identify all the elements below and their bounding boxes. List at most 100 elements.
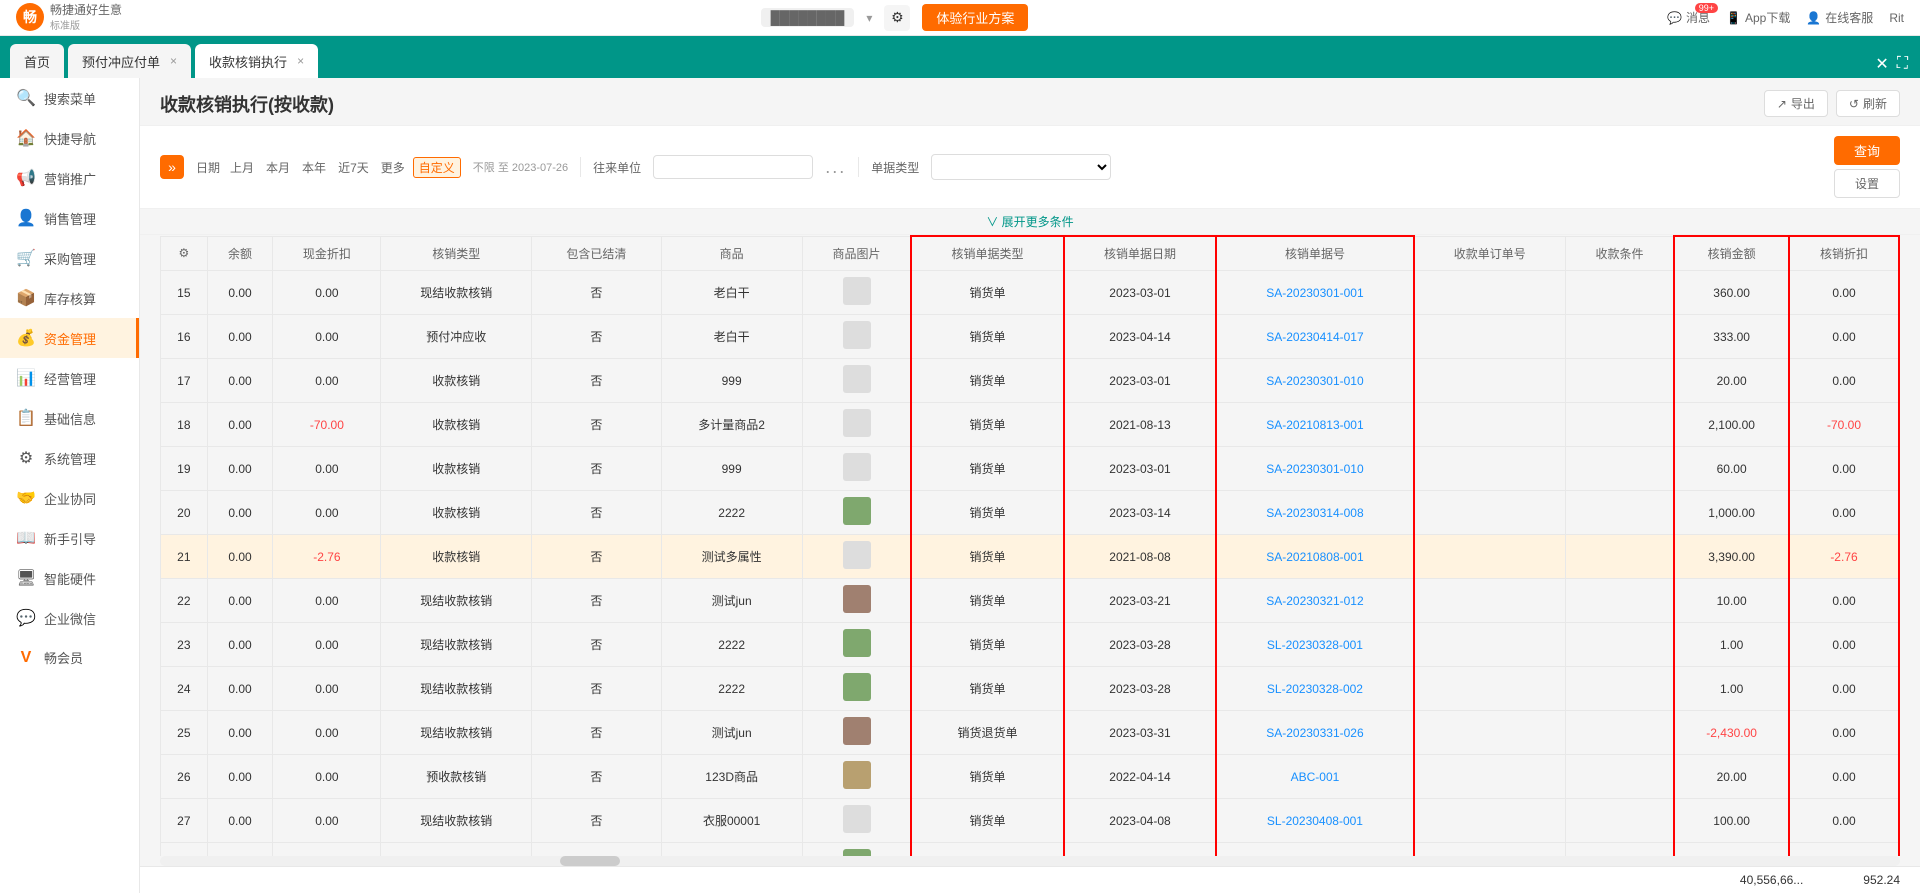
cell-doc-no[interactable]: SL-20230328-001 [1216,623,1413,667]
partner-filter-dots[interactable]: ... [825,157,846,178]
cell-doc-no[interactable]: SA-20230321-012 [1216,579,1413,623]
cell-type: 现结收款核销 [381,579,532,623]
tab-prepay[interactable]: 预付冲应付单 × [68,44,191,78]
cell-doc-no[interactable]: SL-20230418-001 [1216,843,1413,857]
brand: 畅 畅捷通好生意 标准版 [16,3,122,32]
message-button[interactable]: 💬 消息 99+ [1667,9,1710,26]
tab-prepay-close[interactable]: × [170,54,177,68]
table-row: 18 0.00 -70.00 收款核销 否 多计量商品2 销货单 2021-08… [161,403,1900,447]
cell-id: 20 [161,491,208,535]
tab-home[interactable]: 首页 [10,44,64,78]
table-container[interactable]: ⚙ 余额 现金折扣 核销类型 包含已结清 商品 商品图片 核销单据类型 核销单据… [140,235,1920,856]
date-opt-custom[interactable]: 自定义 [413,157,461,178]
cell-settled: 否 [532,447,661,491]
cell-balance: 0.00 [207,403,273,447]
cell-condition [1565,755,1674,799]
cell-doc-no[interactable]: SA-20230331-026 [1216,711,1413,755]
app-download-button[interactable]: 📱 App下载 [1726,9,1790,26]
date-opt-last-month[interactable]: 上月 [226,157,258,178]
partner-filter-input[interactable] [653,155,813,179]
cell-discount: 0.00 [1789,755,1899,799]
sidebar-item-quicknav[interactable]: 🏠 快捷导航 [0,118,139,158]
sidebar-item-purchase[interactable]: 🛒 采购管理 [0,238,139,278]
doctype-filter-select[interactable] [931,154,1111,180]
sidebar-sales-label: 销售管理 [44,209,96,228]
message-badge: 99+ [1695,3,1718,13]
industry-button[interactable]: 体验行业方案 [922,4,1028,31]
cell-amount: 20.00 [1674,359,1789,403]
cell-type: 收款核销 [381,359,532,403]
tab-close-all-icon[interactable]: ✕ [1875,54,1888,74]
cell-doc-type: 销货退货单 [911,711,1063,755]
cell-doc-date: 2022-04-14 [1064,755,1216,799]
settings-button[interactable]: 设置 [1834,169,1900,198]
cell-product-img [802,711,911,755]
cell-discount: 0.00 [1789,447,1899,491]
date-opt-this-month[interactable]: 本月 [262,157,294,178]
sidebar-item-marketing[interactable]: 📢 营销推广 [0,158,139,198]
expand-conditions-bar: ∨ 展开更多条件 [140,209,1920,235]
purchase-icon: 🛒 [16,248,36,268]
finance-icon: 💰 [16,328,36,348]
expand-conditions-button[interactable]: ∨ 展开更多条件 [986,215,1073,229]
cell-amount: 10.00 [1674,579,1789,623]
sidebar-item-guide[interactable]: 📖 新手引导 [0,518,139,558]
sidebar-item-sales[interactable]: 👤 销售管理 [0,198,139,238]
tab-receipt[interactable]: 收款核销执行 × [195,44,318,78]
cell-doc-no[interactable]: ABC-001 [1216,755,1413,799]
sidebar-item-system[interactable]: ⚙ 系统管理 [0,438,139,478]
sidebar-item-finance[interactable]: 💰 资金管理 [0,318,139,358]
sidebar-item-inventory[interactable]: 📦 库存核算 [0,278,139,318]
cell-type: 现结收款核销 [381,843,532,857]
th-condition: 收款条件 [1565,236,1674,271]
cell-doc-no[interactable]: SA-20230301-001 [1216,271,1413,315]
refresh-button[interactable]: ↺ 刷新 [1836,90,1900,117]
user-button[interactable]: Rit [1889,11,1904,25]
filter-toggle-button[interactable]: » [160,155,184,179]
cell-settled: 否 [532,843,661,857]
date-opt-more[interactable]: 更多 [377,157,409,178]
cell-doc-no[interactable]: SL-20230408-001 [1216,799,1413,843]
online-service-button[interactable]: 👤 在线客服 [1806,9,1873,26]
filter-divider-2 [858,157,859,177]
date-opt-7days[interactable]: 近7天 [334,157,373,178]
cell-product-img [802,271,911,315]
sidebar-item-member[interactable]: V 畅会员 [0,638,139,677]
sidebar-item-basic[interactable]: 📋 基础信息 [0,398,139,438]
doctype-filter-label: 单据类型 [871,159,919,176]
sidebar-item-business[interactable]: 📊 经营管理 [0,358,139,398]
tab-receipt-close[interactable]: × [297,54,304,68]
cell-id: 25 [161,711,208,755]
scroll-thumb[interactable] [560,856,620,866]
cell-settled: 否 [532,623,661,667]
dropdown-arrow-icon[interactable]: ▾ [866,11,872,25]
horizontal-scrollbar[interactable] [160,856,1900,866]
cell-doc-no[interactable]: SA-20230301-010 [1216,359,1413,403]
sidebar-item-wechat[interactable]: 💬 企业微信 [0,598,139,638]
sidebar-item-enterprise[interactable]: 🤝 企业协同 [0,478,139,518]
cell-doc-no[interactable]: SA-20210808-001 [1216,535,1413,579]
cell-doc-no[interactable]: SA-20210813-001 [1216,403,1413,447]
cell-doc-date: 2023-03-01 [1064,447,1216,491]
cell-doc-date: 2021-08-13 [1064,403,1216,447]
tab-expand-icon[interactable]: ⛶ [1897,55,1908,73]
cell-doc-type: 销货单 [911,623,1063,667]
settings-button[interactable]: ⚙ [884,5,910,31]
export-button[interactable]: ↗ 导出 [1764,90,1828,117]
cell-balance: 0.00 [207,755,273,799]
cell-doc-no[interactable]: SA-20230414-017 [1216,315,1413,359]
sidebar-item-hardware[interactable]: 🖥 智能硬件 [0,558,139,598]
cell-order-no [1414,447,1566,491]
date-range-display: 不限 至 2023-07-26 [473,159,568,175]
cell-doc-no[interactable]: SL-20230328-002 [1216,667,1413,711]
cell-discount: 0.00 [1789,799,1899,843]
cell-doc-date: 2023-04-18 [1064,843,1216,857]
inventory-icon: 📦 [16,288,36,308]
page-header: 收款核销执行(按收款) ↗ 导出 ↺ 刷新 [140,78,1920,126]
cell-doc-no[interactable]: SA-20230301-010 [1216,447,1413,491]
date-opt-this-year[interactable]: 本年 [298,157,330,178]
th-settings[interactable]: ⚙ [161,236,208,271]
sidebar-item-search[interactable]: 🔍 搜索菜单 [0,78,139,118]
query-button[interactable]: 查询 [1834,136,1900,165]
cell-doc-no[interactable]: SA-20230314-008 [1216,491,1413,535]
